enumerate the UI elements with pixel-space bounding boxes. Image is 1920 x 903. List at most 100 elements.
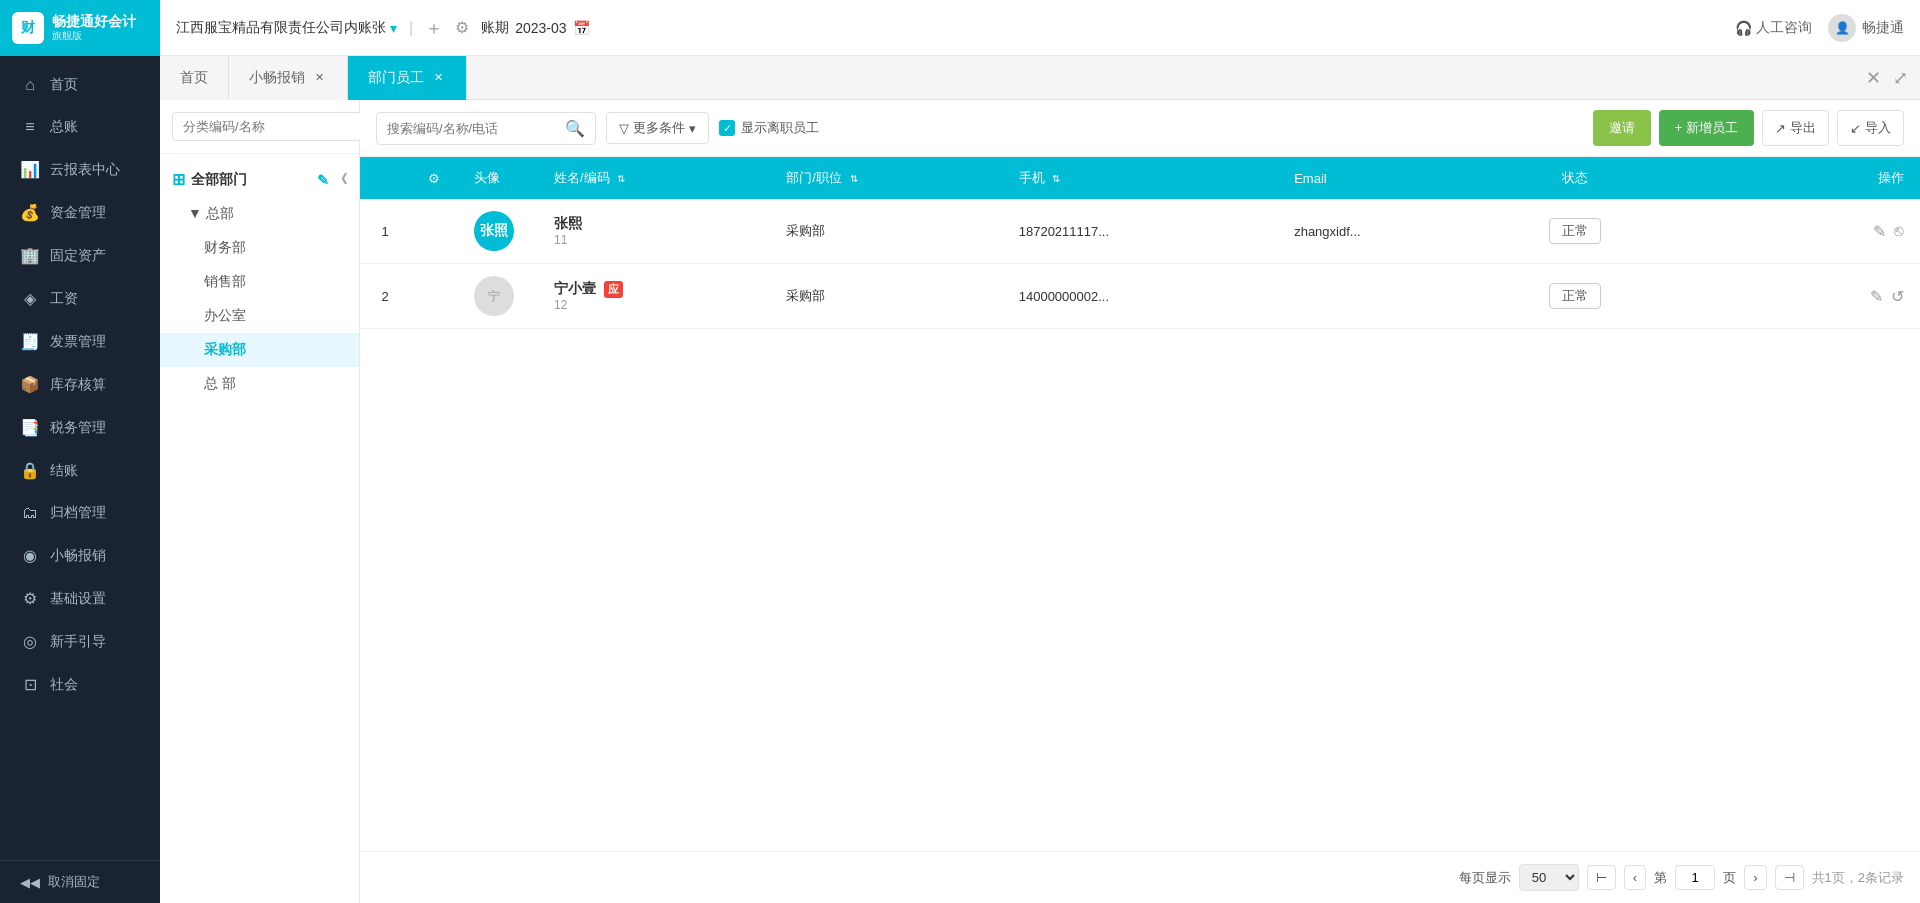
export-button[interactable]: ↗ 导出 xyxy=(1762,110,1829,146)
avatar: 👤 xyxy=(1828,14,1856,42)
col-email: Email xyxy=(1278,157,1500,199)
table-row: 2 宁 宁小壹 应 12 xyxy=(360,264,1920,329)
restore-icon[interactable]: ↺ xyxy=(1891,287,1904,306)
add-company-button[interactable]: ＋ xyxy=(425,16,443,40)
sidebar-item-fixed-assets[interactable]: 🏢 固定资产 xyxy=(0,234,160,277)
dept-edit-icon[interactable]: ✎ xyxy=(317,172,329,188)
employee-name: 张熙 xyxy=(554,215,754,233)
period-selector[interactable]: 账期 2023-03 📅 xyxy=(481,19,589,37)
reports-icon: 📊 xyxy=(20,160,40,179)
sidebar-item-home[interactable]: ⌂ 首页 xyxy=(0,64,160,106)
sidebar-item-label: 归档管理 xyxy=(50,504,106,522)
right-panel: 🔍 ▽ 更多条件 ▾ 显示离职员工 邀请 + 新增员工 xyxy=(360,100,1920,903)
col-dept-position[interactable]: 部门/职位 ⇅ xyxy=(770,157,1002,199)
tab-home-label: 首页 xyxy=(180,69,208,87)
sidebar-item-tax[interactable]: 📑 税务管理 xyxy=(0,406,160,449)
invite-button[interactable]: 邀请 xyxy=(1593,110,1651,146)
ledger-icon: ≡ xyxy=(20,118,40,136)
sidebar-item-guide[interactable]: ◎ 新手引导 xyxy=(0,620,160,663)
sidebar-item-closing[interactable]: 🔒 结账 xyxy=(0,449,160,492)
col-settings[interactable]: ⚙ xyxy=(410,157,458,199)
inventory-icon: 📦 xyxy=(20,375,40,394)
dept-header-all[interactable]: ⊞ 全部部门 ✎ 《 xyxy=(160,162,359,197)
tab-dept-employee-label: 部门员工 xyxy=(368,69,424,87)
dept-search-input[interactable] xyxy=(172,112,362,141)
app-edition: 旗舰版 xyxy=(52,29,136,43)
archive-icon: 🗂 xyxy=(20,504,40,522)
tab-dept-employee[interactable]: 部门员工 ✕ xyxy=(348,56,467,100)
username: 畅捷通 xyxy=(1862,19,1904,37)
sidebar-item-reports[interactable]: 📊 云报表中心 xyxy=(0,148,160,191)
service-button[interactable]: 🎧 人工咨询 xyxy=(1735,19,1812,37)
filter-button[interactable]: ▽ 更多条件 ▾ xyxy=(606,112,709,144)
add-employee-button[interactable]: + 新增员工 xyxy=(1659,110,1754,146)
status-badge: 正常 xyxy=(1549,218,1601,244)
user-menu[interactable]: 👤 畅捷通 xyxy=(1828,14,1904,42)
dept-item-label: 总 部 xyxy=(204,375,236,391)
prev-page-button[interactable]: ‹ xyxy=(1624,865,1646,890)
sidebar: 财 畅捷通好会计 旗舰版 ⌂ 首页 ≡ 总账 📊 云报表中心 💰 资金管理 🏢 … xyxy=(0,0,160,903)
per-page-select[interactable]: 50 100 200 xyxy=(1519,864,1579,891)
next-page-button[interactable]: › xyxy=(1744,865,1766,890)
dept-item-zongbu[interactable]: ▼ 总部 xyxy=(160,197,359,231)
resigned-checkbox[interactable] xyxy=(719,120,735,136)
row-avatar: 宁 xyxy=(458,264,538,329)
dept-item-bangong[interactable]: 办公室 xyxy=(160,299,359,333)
sidebar-item-assets-mgmt[interactable]: 💰 资金管理 xyxy=(0,191,160,234)
show-resigned-toggle[interactable]: 显示离职员工 xyxy=(719,119,819,137)
col-status: 状态 xyxy=(1500,157,1650,199)
tab-close-action[interactable]: ✕ xyxy=(1862,63,1885,93)
main-area: 江西服宝精品有限责任公司内账张 ▾ | ＋ ⚙ 账期 2023-03 📅 🎧 人… xyxy=(160,0,1920,903)
search-icon[interactable]: 🔍 xyxy=(565,119,585,138)
employee-toolbar: 🔍 ▽ 更多条件 ▾ 显示离职员工 邀请 + 新增员工 xyxy=(360,100,1920,157)
action-icons: ✎ ↺ xyxy=(1666,287,1904,306)
per-page-label: 每页显示 xyxy=(1459,869,1511,887)
tab-expense-report-close[interactable]: ✕ xyxy=(311,70,327,86)
row-email: zhangxidf... xyxy=(1278,199,1500,264)
tab-home[interactable]: 首页 xyxy=(160,56,229,100)
sidebar-item-invoice[interactable]: 🧾 发票管理 xyxy=(0,320,160,363)
tab-expense-report[interactable]: 小畅报销 ✕ xyxy=(229,56,348,100)
col-avatar: 头像 xyxy=(458,157,538,199)
employee-table-container: ⚙ 头像 姓名/编码 ⇅ 部门/职位 ⇅ 手机 ⇅ Email xyxy=(360,157,1920,851)
dept-item-xiaoshou[interactable]: 销售部 xyxy=(160,265,359,299)
logout-icon[interactable]: ⎋ xyxy=(1894,222,1904,240)
row-name-code: 张熙 11 xyxy=(538,199,770,264)
tab-maximize-action[interactable]: ⤢ xyxy=(1889,63,1912,93)
company-selector[interactable]: 江西服宝精品有限责任公司内账张 ▾ xyxy=(176,19,397,37)
dept-search-box: 🔍 xyxy=(160,100,359,154)
col-name-code[interactable]: 姓名/编码 ⇅ xyxy=(538,157,770,199)
sidebar-item-inventory[interactable]: 📦 库存核算 xyxy=(0,363,160,406)
edit-icon[interactable]: ✎ xyxy=(1873,222,1886,241)
sidebar-item-label: 库存核算 xyxy=(50,376,106,394)
closing-icon: 🔒 xyxy=(20,461,40,480)
edit-icon[interactable]: ✎ xyxy=(1870,287,1883,306)
dept-item-caigou[interactable]: 采购部 xyxy=(160,333,359,367)
first-page-button[interactable]: ⊢ xyxy=(1587,865,1616,890)
tab-dept-employee-close[interactable]: ✕ xyxy=(430,70,446,86)
last-page-button[interactable]: ⊣ xyxy=(1775,865,1804,890)
sort-arrows-dept: ⇅ xyxy=(850,173,858,184)
sidebar-item-payroll[interactable]: ◈ 工资 xyxy=(0,277,160,320)
employee-search-input[interactable] xyxy=(387,121,559,136)
sidebar-item-ledger[interactable]: ≡ 总账 xyxy=(0,106,160,148)
row-settings xyxy=(410,264,458,329)
sort-arrows-name: ⇅ xyxy=(617,173,625,184)
sidebar-item-settings[interactable]: ⚙ 基础设置 xyxy=(0,577,160,620)
dept-item-zong-bu-sub[interactable]: 总 部 xyxy=(160,367,359,401)
row-email xyxy=(1278,264,1500,329)
topbar-settings-button[interactable]: ⚙ xyxy=(455,18,469,37)
sidebar-item-archive[interactable]: 🗂 归档管理 xyxy=(0,492,160,534)
sidebar-item-expense[interactable]: ◉ 小畅报销 xyxy=(0,534,160,577)
dept-item-label: 销售部 xyxy=(204,273,246,289)
col-phone[interactable]: 手机 ⇅ xyxy=(1003,157,1278,199)
collapse-icon[interactable]: 《 xyxy=(335,171,347,188)
cancel-pin-button[interactable]: ◀◀ 取消固定 xyxy=(0,860,160,903)
dept-item-caiwu[interactable]: 财务部 xyxy=(160,231,359,265)
sidebar-item-label: 结账 xyxy=(50,462,78,480)
page-input[interactable] xyxy=(1675,865,1715,890)
import-button[interactable]: ↙ 导入 xyxy=(1837,110,1904,146)
dept-tree: ⊞ 全部部门 ✎ 《 ▼ 总部 财务部 销售部 办公室 xyxy=(160,154,359,903)
sidebar-item-partner[interactable]: ⊡ 社会 xyxy=(0,663,160,706)
row-status: 正常 xyxy=(1500,199,1650,264)
